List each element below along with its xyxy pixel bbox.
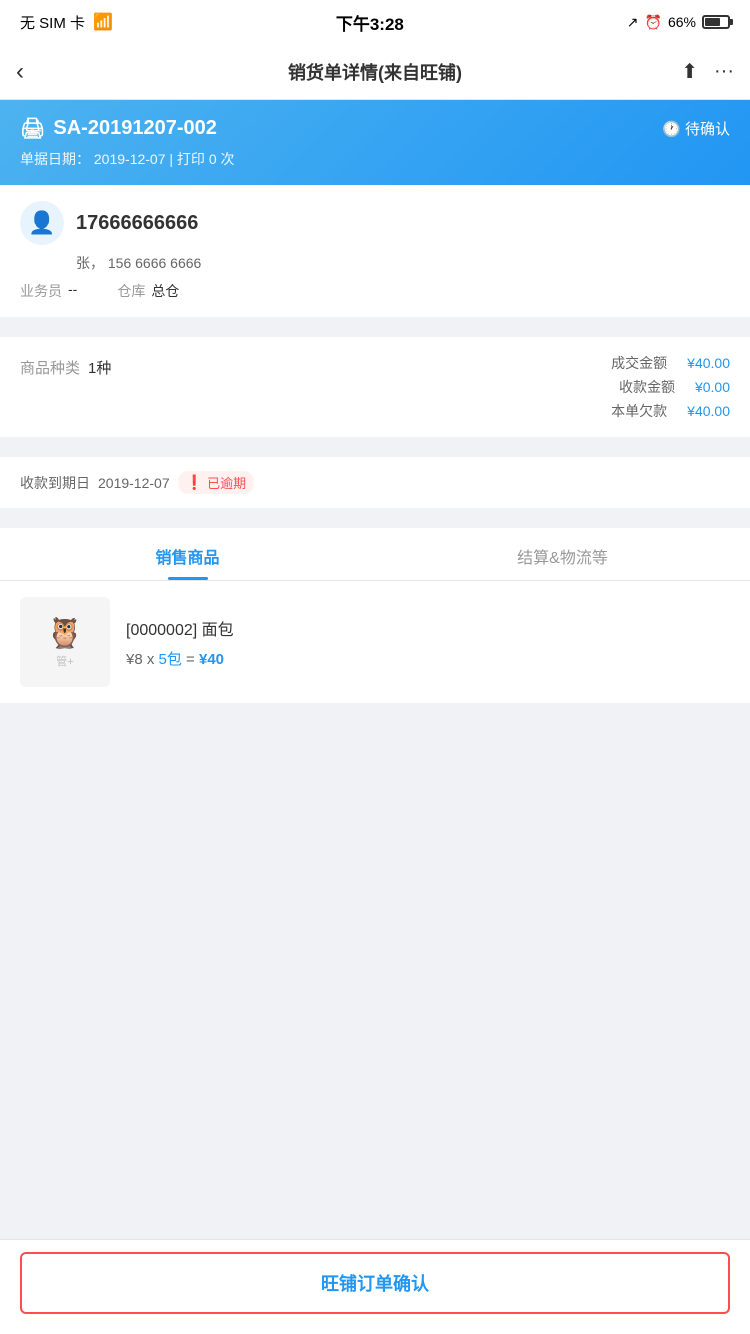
customer-phone: 17666666666 [76,212,198,235]
share-icon[interactable]: ⬆ [681,59,698,84]
order-date: 单据日期： 2019-12-07 | 打印 0 次 [20,149,730,169]
empty-area [0,703,750,963]
status-bar: 无 SIM 卡 📶 下午3:28 ↗ ⏰ 66% [0,0,750,44]
status-icon: 🕐 [662,120,681,138]
warehouse-label: 仓库 [117,281,145,301]
more-icon[interactable]: ··· [714,60,734,83]
stats-row-2: 收款金额 ¥0.00 [619,377,730,397]
order-date-value: 2019-12-07 [94,151,166,167]
order-number: 🖨 SA-20191207-002 [20,116,217,141]
sales-label: 业务员 [20,281,62,301]
stats-type-label: 商品种类 [20,357,80,378]
overdue-text: 已逾期 [207,473,246,492]
order-print-label: | 打印 0 次 [169,151,234,167]
divider-1 [0,327,750,337]
tab-products-label: 销售商品 [155,550,219,567]
status-text: 待确认 [685,118,730,139]
stats-label-2: 本单欠款 [611,401,667,421]
time-label: 下午3:28 [336,10,404,35]
order-header-top: 🖨 SA-20191207-002 🕐 待确认 [20,116,730,141]
due-date-value: 2019-12-07 [98,475,170,491]
tab-products[interactable]: 销售商品 [0,528,375,580]
customer-name: 张， 156 6666 6666 [20,253,730,273]
product-name-text: 面包 [202,622,234,639]
product-total: ¥40 [199,651,224,668]
tab-settlement[interactable]: 结算&物流等 [375,528,750,580]
warehouse-meta: 仓库 总仓 [117,281,179,301]
order-number-text: SA-20191207-002 [53,117,216,140]
carrier-label: 无 SIM 卡 [20,12,85,33]
stats-value-1: ¥0.00 [695,379,730,395]
order-header-card: 🖨 SA-20191207-002 🕐 待确认 单据日期： 2019-12-07… [0,100,750,185]
product-image: 🦉 管+ [20,597,110,687]
product-card: 🦉 管+ [0000002] 面包 ¥8 x 5包 = ¥40 [0,581,750,703]
overdue-icon: ❗ [186,474,203,491]
product-owl-icon: 🦉 [46,616,83,651]
customer-name-sub: 156 6666 6666 [108,255,201,271]
divider-3 [0,518,750,528]
status-bar-right: ↗ ⏰ 66% [627,14,730,31]
order-date-label: 单据日期： [20,151,90,167]
order-number-icon: 🖨 [20,116,45,141]
product-name: [0000002] 面包 [126,616,730,640]
product-code: [0000002] [126,622,197,639]
product-logo-text: 管+ [56,653,73,669]
stats-value-2: ¥40.00 [687,403,730,419]
bottom-bar: 旺铺订单确认 [0,1239,750,1334]
stats-left: 商品种类 1种 [20,353,111,378]
location-icon: ↗ [627,14,639,31]
stats-label-0: 成交金额 [611,353,667,373]
stats-row-3: 本单欠款 ¥40.00 [611,401,730,421]
customer-meta: 业务员 -- 仓库 总仓 [20,281,730,301]
stats-card: 商品种类 1种 成交金额 ¥40.00 收款金额 ¥0.00 本单欠款 ¥40.… [0,337,750,437]
customer-card: 👤 17666666666 张， 156 6666 6666 业务员 -- 仓库… [0,185,750,317]
battery-fill [705,18,720,26]
due-date-card: 收款到期日 2019-12-07 ❗ 已逾期 [0,457,750,508]
alarm-icon: ⏰ [645,14,662,31]
product-info: [0000002] 面包 ¥8 x 5包 = ¥40 [126,597,730,687]
back-button[interactable]: ‹ [8,50,32,94]
divider-2 [0,447,750,457]
tabs-container: 销售商品 结算&物流等 [0,528,750,581]
warehouse-value: 总仓 [151,281,179,301]
product-price-label: ¥8 x [126,651,159,668]
stats-label-1: 收款金额 [619,377,675,397]
product-price-row: ¥8 x 5包 = ¥40 [126,648,730,669]
avatar-icon: 👤 [28,210,55,236]
page-title: 销货单详情(来自旺铺) [288,59,462,85]
order-status: 🕐 待确认 [662,118,730,139]
stats-row-1: 成交金额 ¥40.00 [611,353,730,373]
confirm-button[interactable]: 旺铺订单确认 [20,1252,730,1314]
customer-top: 👤 17666666666 [20,201,730,245]
tab-settlement-label: 结算&物流等 [517,550,608,567]
battery-percent: 66% [668,14,696,30]
stats-type-value: 1种 [88,357,111,378]
battery-icon [702,15,730,29]
product-logo: 🦉 管+ [46,616,83,669]
sales-meta: 业务员 -- [20,281,77,301]
stats-right: 成交金额 ¥40.00 收款金额 ¥0.00 本单欠款 ¥40.00 [611,353,730,421]
status-bar-left: 无 SIM 卡 📶 [20,12,113,33]
stats-value-0: ¥40.00 [687,355,730,371]
nav-actions: ⬆ ··· [681,59,734,84]
nav-bar: ‹ 销货单详情(来自旺铺) ⬆ ··· [0,44,750,100]
product-quantity: 5包 [159,651,182,668]
wifi-icon: 📶 [93,12,113,32]
due-date-label: 收款到期日 [20,473,90,493]
customer-avatar: 👤 [20,201,64,245]
customer-name-label: 张， [76,255,104,271]
sales-value: -- [68,281,77,301]
overdue-badge: ❗ 已逾期 [178,471,254,494]
product-equals: = [186,651,199,668]
